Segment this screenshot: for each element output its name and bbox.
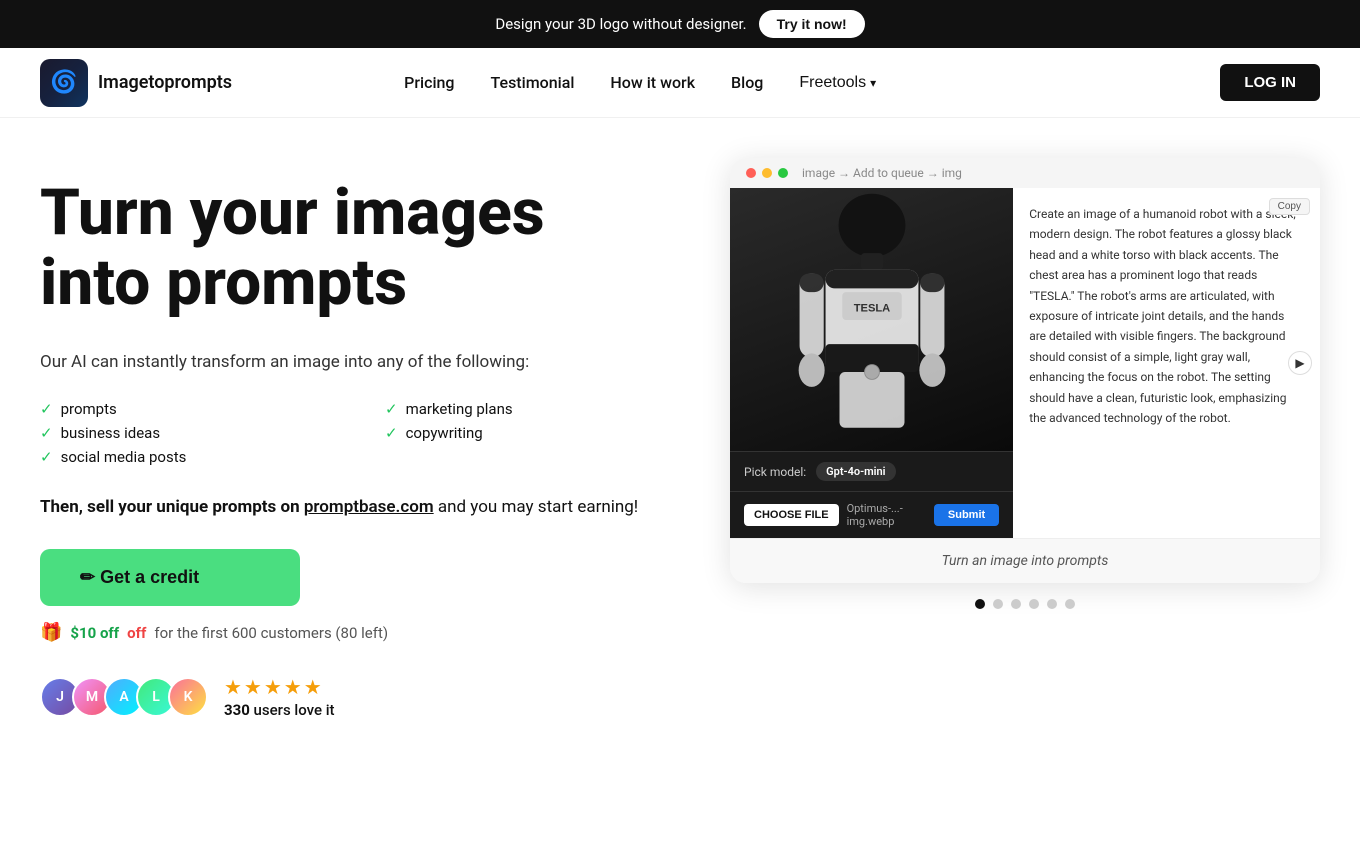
- demo-image-side: TESLA: [730, 188, 1013, 538]
- demo-footer: Turn an image into prompts: [730, 538, 1320, 583]
- banner-text: Design your 3D logo without designer.: [495, 15, 746, 33]
- pagination-dot-1[interactable]: [975, 599, 985, 609]
- demo-prompt-side: Copy Create an image of a humanoid robot…: [1013, 188, 1320, 538]
- stars-section: ★★★★★ 330 users love it: [224, 675, 335, 719]
- avatars-row: J M A L K ★★★★★ 330 users love it: [40, 675, 690, 719]
- top-banner: Design your 3D logo without designer. Tr…: [0, 0, 1360, 48]
- promptbase-link[interactable]: promptbase.com: [304, 497, 434, 517]
- robot-illustration: TESLA: [772, 190, 972, 450]
- check-icon: ✓: [40, 424, 53, 442]
- chevron-down-icon: ▾: [870, 76, 876, 90]
- demo-top-bar: image → Add to queue → img: [730, 158, 1320, 188]
- demo-file-row: CHOOSE FILE Optimus-...-img.webp Submit: [730, 491, 1013, 538]
- check-icon: ✓: [385, 400, 398, 418]
- pick-model-label: Pick model:: [744, 465, 806, 479]
- svg-text:TESLA: TESLA: [853, 302, 889, 314]
- copy-button[interactable]: Copy: [1269, 198, 1310, 215]
- feature-copywriting: ✓ copywriting: [385, 424, 690, 442]
- try-now-button[interactable]: Try it now!: [759, 10, 865, 38]
- star-icons: ★★★★★: [224, 675, 335, 699]
- main-content: Turn your images into prompts Our AI can…: [0, 118, 1360, 838]
- feature-marketing: ✓ marketing plans: [385, 400, 690, 418]
- hero-subtitle: Our AI can instantly transform an image …: [40, 349, 600, 376]
- nav-pricing[interactable]: Pricing: [404, 73, 454, 92]
- avatar: K: [168, 677, 208, 717]
- nav-blog[interactable]: Blog: [731, 73, 763, 92]
- window-minimize-dot: [762, 168, 772, 178]
- pagination-dot-6[interactable]: [1065, 599, 1075, 609]
- header: 🌀 Imagetoprompts Pricing Testimonial How…: [0, 48, 1360, 118]
- nav-testimonial[interactable]: Testimonial: [491, 73, 575, 92]
- feature-business: ✓ business ideas: [40, 424, 345, 442]
- window-maximize-dot: [778, 168, 788, 178]
- model-chip[interactable]: Gpt-4o-mini: [816, 462, 895, 481]
- check-icon: ✓: [40, 448, 53, 466]
- nav-how-it-work[interactable]: How it work: [610, 73, 695, 92]
- demo-inner: TESLA: [730, 188, 1320, 538]
- demo-card: image → Add to queue → img: [730, 158, 1320, 583]
- pagination-dot-3[interactable]: [1011, 599, 1021, 609]
- hero-title: Turn your images into prompts: [40, 178, 690, 319]
- feature-prompts: ✓ prompts: [40, 400, 345, 418]
- demo-container: image → Add to queue → img: [730, 158, 1320, 609]
- pagination-dot-2[interactable]: [993, 599, 1003, 609]
- feature-social: ✓ social media posts: [40, 448, 345, 466]
- next-arrow-button[interactable]: ▶: [1288, 351, 1312, 375]
- check-icon: ✓: [385, 424, 398, 442]
- choose-file-button[interactable]: CHOOSE FILE: [744, 504, 839, 526]
- check-icon: ✓: [40, 400, 53, 418]
- logo-link[interactable]: 🌀 Imagetoprompts: [40, 59, 232, 107]
- demo-model-row: Pick model: Gpt-4o-mini: [730, 451, 1013, 491]
- review-count: 330 users love it: [224, 701, 335, 719]
- avatars-group: J M A L K: [40, 677, 208, 717]
- right-panel: image → Add to queue → img: [730, 158, 1320, 838]
- get-credit-button[interactable]: ✏ Get a credit: [40, 549, 300, 606]
- demo-header-text: image → Add to queue → img: [802, 166, 962, 180]
- submit-button[interactable]: Submit: [934, 504, 999, 526]
- login-button[interactable]: LOG IN: [1220, 64, 1320, 101]
- gift-icon: 🎁: [40, 622, 62, 643]
- cta-text: Then, sell your unique prompts on prompt…: [40, 494, 640, 521]
- pagination-dot-4[interactable]: [1029, 599, 1039, 609]
- prompt-text: Create an image of a humanoid robot with…: [1029, 204, 1304, 522]
- pagination-dot-5[interactable]: [1047, 599, 1057, 609]
- pagination-dots: [730, 599, 1320, 609]
- logo-icon: 🌀: [40, 59, 88, 107]
- left-panel: Turn your images into prompts Our AI can…: [40, 158, 690, 838]
- file-name: Optimus-...-img.webp: [847, 502, 926, 528]
- nav-freetools[interactable]: Freetools ▾: [799, 74, 876, 92]
- main-nav: Pricing Testimonial How it work Blog Fre…: [404, 73, 876, 92]
- discount-row: 🎁 $10 off off for the first 600 customer…: [40, 622, 690, 643]
- robot-image: TESLA: [730, 188, 1013, 451]
- logo-text: Imagetoprompts: [98, 72, 232, 93]
- features-list: ✓ prompts ✓ marketing plans ✓ business i…: [40, 400, 690, 466]
- window-close-dot: [746, 168, 756, 178]
